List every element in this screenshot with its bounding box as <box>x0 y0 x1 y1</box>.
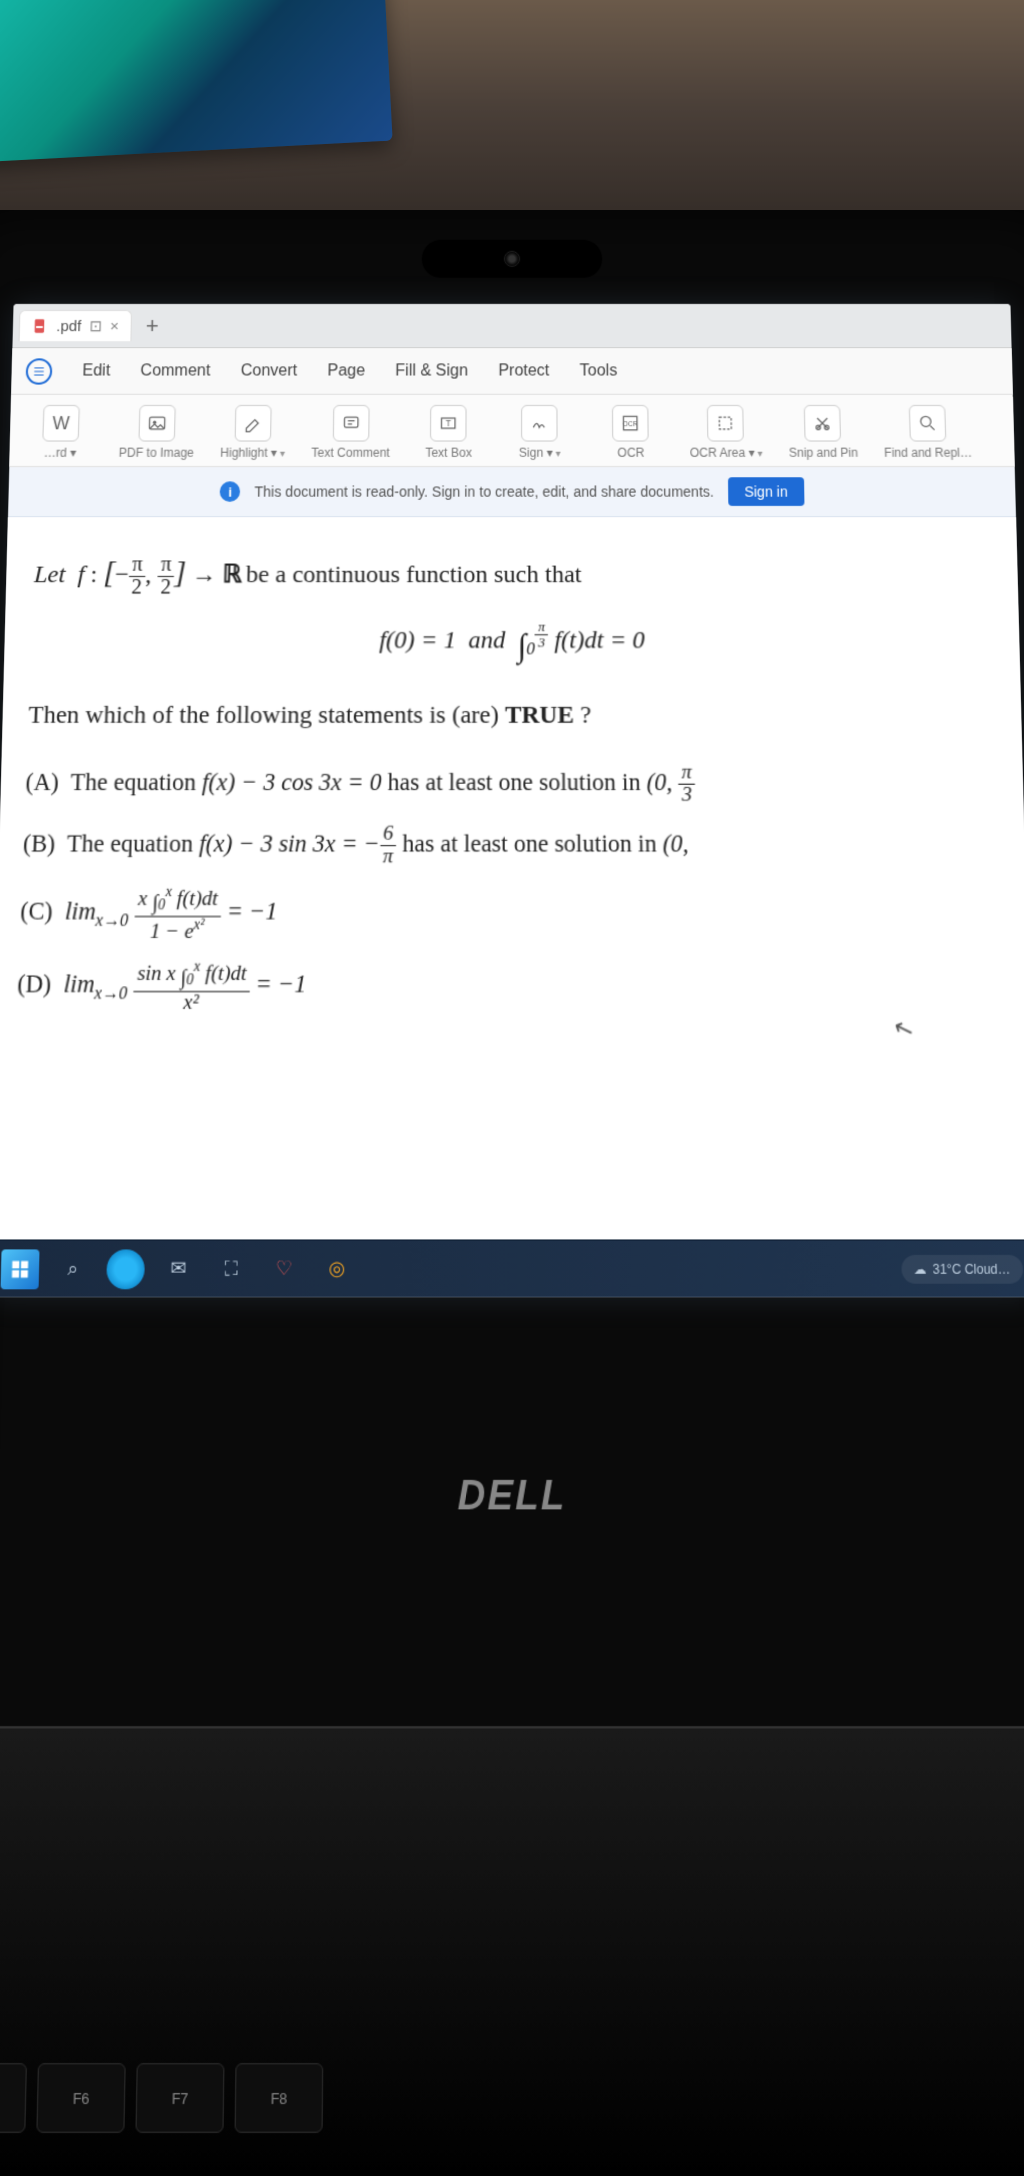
comment-icon <box>332 405 369 442</box>
tool-sign[interactable]: Sign ▾ <box>507 405 572 460</box>
tool-text-comment[interactable]: Text Comment <box>311 405 390 460</box>
tab-pin-icon[interactable]: ⊡ <box>89 317 102 335</box>
taskbar-search-icon[interactable]: ⌕ <box>53 1249 92 1289</box>
svg-text:OCR: OCR <box>623 421 638 428</box>
taskbar-app-icon[interactable]: ♡ <box>265 1249 303 1289</box>
taskbar-edge-icon[interactable] <box>106 1249 145 1289</box>
key-f8[interactable]: F8 <box>235 2063 324 2133</box>
option-d: (D) limx→0 sin x ∫0x f(t)dt x² = −1 <box>16 959 1008 1015</box>
tool-pdf-to-image[interactable]: PDF to Image <box>119 405 195 460</box>
start-button[interactable] <box>1 1249 40 1289</box>
pdf-file-icon <box>32 318 48 334</box>
text-box-icon: T <box>430 405 467 442</box>
taskbar-tray: ☁ 31°C Cloud… <box>901 1254 1024 1283</box>
menu-protect[interactable]: Protect <box>498 362 549 380</box>
readonly-info-bar: i This document is read-only. Sign in to… <box>8 467 1016 517</box>
tool-ocr-area[interactable]: OCR Area ▾ <box>689 405 763 460</box>
taskbar-store-icon[interactable]: ⛶ <box>212 1249 251 1289</box>
tab-label: .pdf <box>56 318 82 335</box>
word-icon: W <box>42 405 80 442</box>
tool-word-export[interactable]: W …rd ▾ <box>27 405 94 460</box>
key-f5[interactable]: F5 <box>0 2063 27 2133</box>
readonly-message: This document is read-only. Sign in to c… <box>254 483 714 499</box>
menu-fill-sign[interactable]: Fill & Sign <box>395 362 468 380</box>
toolbar: W …rd ▾ PDF to Image Highlight ▾ Text C <box>9 395 1015 467</box>
document-page: Let f : [−π2, π2] → ℝ be a continuous fu… <box>0 517 1024 1297</box>
new-tab-button[interactable]: + <box>138 311 167 339</box>
menu-comment[interactable]: Comment <box>140 362 210 380</box>
taskbar-mail-icon[interactable]: ✉ <box>159 1249 198 1289</box>
app-menu-icon[interactable] <box>26 358 53 384</box>
tool-ocr[interactable]: OCR OCR <box>598 405 663 460</box>
sign-icon <box>521 405 557 442</box>
laptop-screen: .pdf ⊡ × + Edit Comment Convert Page Fil… <box>0 304 1024 1297</box>
laptop-brand-logo: DELL <box>457 1472 566 1520</box>
question-condition: f(0) = 1 and ∫0π3 f(t)dt = 0 <box>30 618 994 674</box>
svg-text:T: T <box>446 418 451 428</box>
search-icon <box>908 405 946 442</box>
question-stem: Let f : [−π2, π2] → ℝ be a continuous fu… <box>33 548 991 599</box>
stacked-books <box>0 0 393 162</box>
tool-snip-pin[interactable]: Snip and Pin <box>788 405 858 460</box>
tool-find-replace[interactable]: Find and Repl… <box>883 405 973 460</box>
weather-text: 31°C Cloud… <box>933 1261 1011 1277</box>
weather-icon: ☁ <box>914 1261 927 1277</box>
highlighter-icon <box>235 405 272 442</box>
document-tab[interactable]: .pdf ⊡ × <box>19 310 133 341</box>
webcam <box>422 240 603 278</box>
key-f6[interactable]: F6 <box>36 2063 125 2133</box>
menu-edit[interactable]: Edit <box>82 362 110 380</box>
image-icon <box>138 405 175 442</box>
snip-icon <box>804 405 841 442</box>
ocr-area-icon <box>707 405 744 442</box>
info-icon: i <box>220 481 241 501</box>
taskbar-app2-icon[interactable]: ◎ <box>318 1249 356 1289</box>
laptop-keyboard: F5 F6 F7 F8 <box>0 1726 1024 2176</box>
tab-bar: .pdf ⊡ × + <box>12 304 1011 348</box>
key-f7[interactable]: F7 <box>135 2063 224 2133</box>
windows-taskbar: ⌕ ✉ ⛶ ♡ ◎ ☁ 31°C Cloud… <box>0 1239 1024 1297</box>
weather-widget[interactable]: ☁ 31°C Cloud… <box>901 1254 1024 1283</box>
option-a: (A) The equation f(x) − 3 cos 3x = 0 has… <box>25 761 1000 807</box>
sign-in-button[interactable]: Sign in <box>728 477 804 506</box>
ocr-icon: OCR <box>612 405 649 442</box>
tool-text-box[interactable]: T Text Box <box>416 405 481 460</box>
menu-convert[interactable]: Convert <box>240 362 297 380</box>
close-icon[interactable]: × <box>110 318 119 335</box>
menu-tools[interactable]: Tools <box>580 362 618 380</box>
menu-page[interactable]: Page <box>327 362 365 380</box>
menu-bar: Edit Comment Convert Page Fill & Sign Pr… <box>11 348 1013 395</box>
question-followup: Then which of the following statements i… <box>27 695 996 738</box>
laptop-body: .pdf ⊡ × + Edit Comment Convert Page Fil… <box>0 210 1024 2176</box>
option-c: (C) limx→0 x ∫0x f(t)dt 1 − ex² = −1 <box>19 884 1005 943</box>
tool-highlight[interactable]: Highlight ▾ <box>220 405 286 460</box>
option-b: (B) The equation f(x) − 3 sin 3x = −6π h… <box>22 822 1002 868</box>
